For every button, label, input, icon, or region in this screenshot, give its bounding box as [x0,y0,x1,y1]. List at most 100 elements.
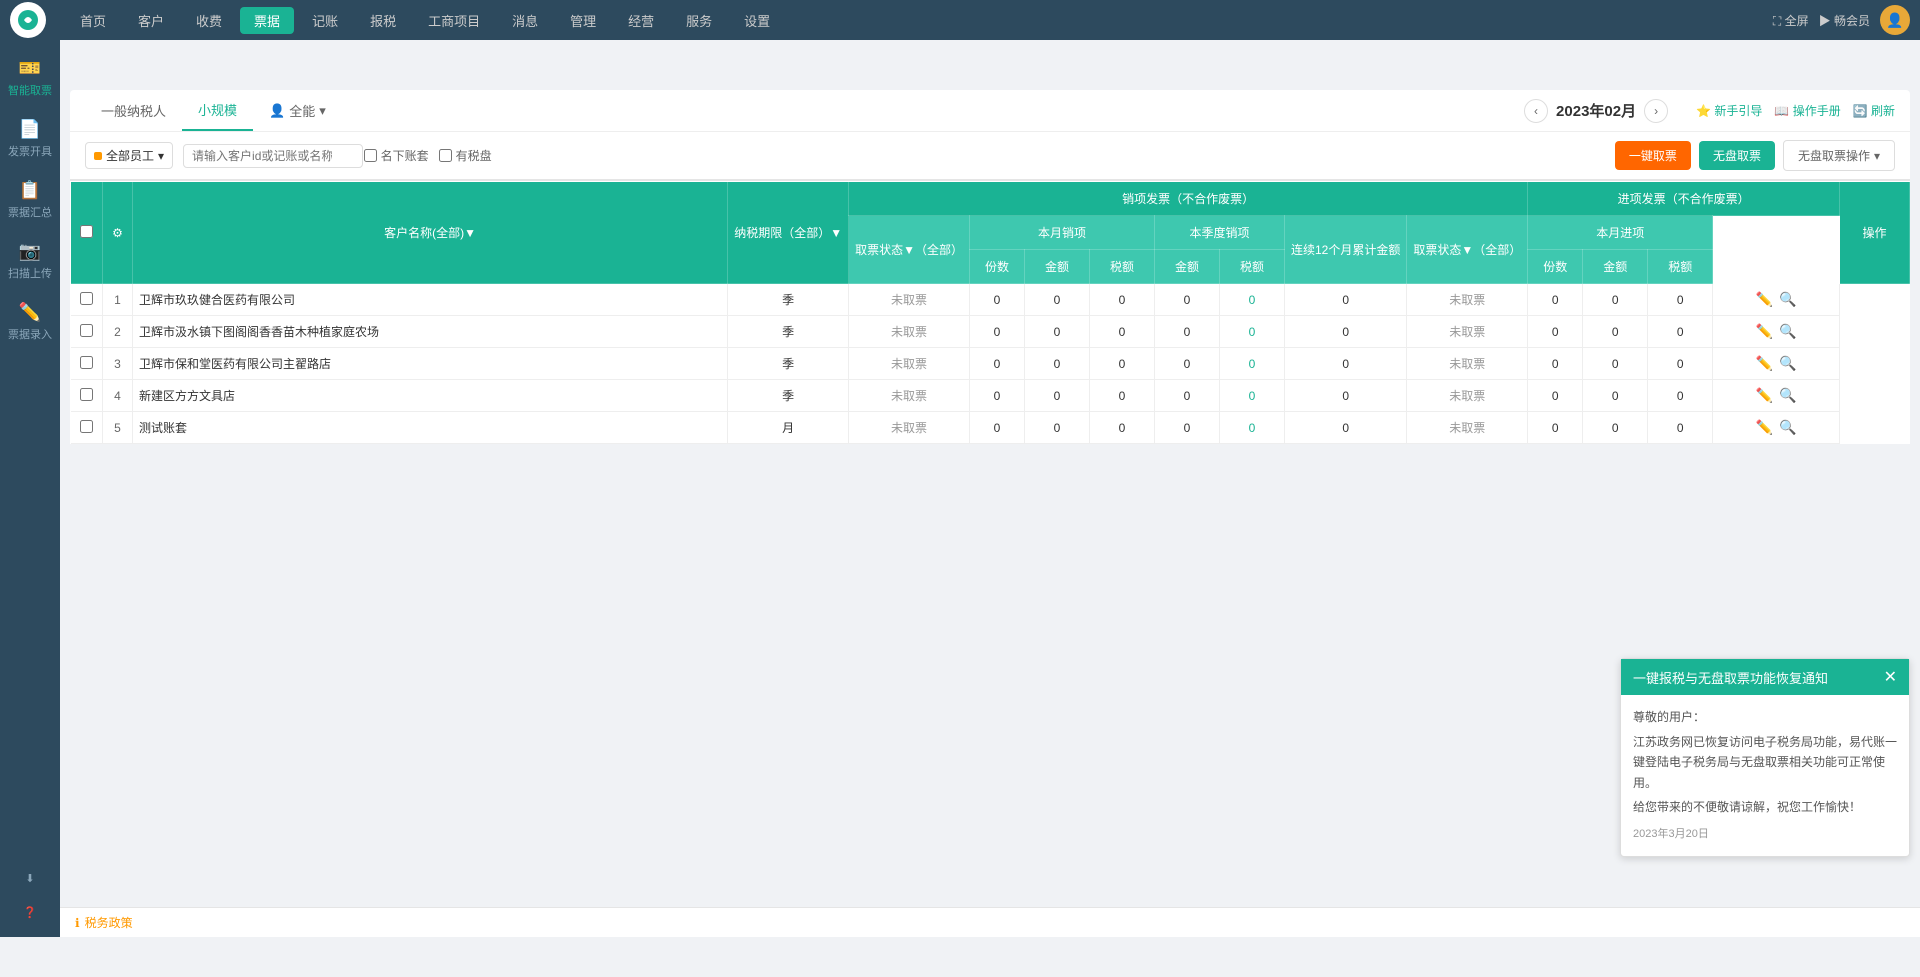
employee-select[interactable]: 全部员工 ▾ [85,142,173,169]
sidebar-item-summary[interactable]: 📋 票据汇总 [3,172,57,228]
status-text[interactable]: 税务政策 [85,914,133,931]
row-sales-status-0: 未取票 [849,284,970,316]
manual-link[interactable]: 📖 操作手册 [1774,102,1840,119]
nav-invoice[interactable]: 票据 [240,7,294,34]
row-cumulative-2: 0 [1285,348,1407,380]
notice-title: 一键报税与无盘取票功能恢复通知 [1633,668,1828,687]
tab-general[interactable]: 一般纳税人 [85,91,182,130]
edit-icon-4[interactable]: ✏️ [1756,419,1773,436]
download-icon: ⬇ [25,872,34,885]
row-sm-count-4: 0 [970,412,1025,444]
sidebar-item-entry[interactable]: ✏️ 票据录入 [3,294,57,350]
th-sales-quarter: 本季度销项 [1155,216,1285,250]
row-sq-amount-1: 0 [1155,316,1220,348]
status-icon: ℹ [75,916,80,930]
select-all-checkbox[interactable] [80,225,93,238]
row-cumulative-0: 0 [1285,284,1407,316]
th-purchase-status: 取票状态▼（全部） [1407,216,1528,284]
notice-close-btn[interactable]: ✕ [1884,667,1897,687]
nav-accounting[interactable]: 记账 [298,7,352,34]
prev-period-btn[interactable]: ‹ [1524,99,1548,123]
row-tax-period-1: 季 [728,316,849,348]
one-key-ticket-btn[interactable]: 一键取票 [1615,141,1691,170]
row-pm-count-4: 0 [1528,412,1583,444]
toolbar: 全部员工 ▾ 🔍 名下账套 有税盘 一键取票 无盘取票 无盘取票操作 ▾ [70,132,1910,180]
period-display: 2023年02月 [1556,100,1636,121]
nav-service[interactable]: 服务 [672,7,726,34]
no-disk-ticket-btn[interactable]: 无盘取票 [1699,141,1775,170]
refresh-link[interactable]: 🔄 刷新 [1853,102,1895,119]
edit-icon-2[interactable]: ✏️ [1756,355,1773,372]
row-actions-3: ✏️ 🔍 [1713,380,1840,412]
row-purchase-status-1: 未取票 [1407,316,1528,348]
row-sq-tax-3: 0 [1220,380,1285,412]
dropdown-icon: ▾ [319,103,326,119]
row-checkbox-1[interactable] [80,324,93,337]
checkbox-has-disk[interactable]: 有税盘 [439,147,492,164]
th-pm-amount: 金额 [1583,250,1648,284]
edit-icon-0[interactable]: ✏️ [1756,291,1773,308]
edit-icon-3[interactable]: ✏️ [1756,387,1773,404]
row-pm-amount-0: 0 [1583,284,1648,316]
nav-settings[interactable]: 设置 [730,7,784,34]
row-pm-tax-2: 0 [1648,348,1713,380]
nav-home[interactable]: 首页 [66,7,120,34]
view-icon-2[interactable]: 🔍 [1779,355,1796,372]
tab-small-scale[interactable]: 小规模 [182,90,253,131]
tab-all[interactable]: 👤 全能 ▾ [253,91,342,130]
row-no-2: 3 [103,348,133,380]
row-client-2: 卫辉市保和堂医药有限公司主翟路店 [133,348,728,380]
row-tax-period-2: 季 [728,348,849,380]
view-icon-3[interactable]: 🔍 [1779,387,1796,404]
row-actions-1: ✏️ 🔍 [1713,316,1840,348]
member-btn[interactable]: ▶ 畅会员 [1819,12,1870,29]
row-checkbox-4[interactable] [80,420,93,433]
row-client-0: 卫辉市玖玖健合医药有限公司 [133,284,728,316]
search-group: 🔍 [183,144,354,168]
row-sales-status-4: 未取票 [849,412,970,444]
nav-tax[interactable]: 报税 [356,7,410,34]
row-no-4: 5 [103,412,133,444]
has-disk-checkbox[interactable] [439,149,452,162]
fullscreen-btn[interactable]: ⛶ 全屏 [1773,12,1809,29]
sidebar-item-help[interactable]: ❓ [3,898,57,927]
nav-operation[interactable]: 经营 [614,7,668,34]
top-nav: 首页 客户 收费 票据 记账 报税 工商项目 消息 管理 经营 服务 设置 ⛶ … [0,0,1920,40]
row-pm-count-3: 0 [1528,380,1583,412]
row-pm-amount-4: 0 [1583,412,1648,444]
employee-label: 全部员工 [106,147,154,164]
row-sm-count-2: 0 [970,348,1025,380]
row-client-1: 卫辉市汲水镇下图阁阁香香苗木种植家庭农场 [133,316,728,348]
next-period-btn[interactable]: › [1644,99,1668,123]
toolbar-right: 一键取票 无盘取票 无盘取票操作 ▾ [1615,140,1895,171]
sidebar-item-download[interactable]: ⬇ [3,864,57,893]
table-row: 1 卫辉市玖玖健合医药有限公司 季 未取票 0 0 0 0 0 0 未取票 0 … [71,284,1910,316]
row-checkbox-0[interactable] [80,292,93,305]
row-pm-amount-3: 0 [1583,380,1648,412]
th-sales-group: 销项发票（不合作废票） [849,182,1528,216]
nav-client[interactable]: 客户 [124,7,178,34]
edit-icon-1[interactable]: ✏️ [1756,323,1773,340]
nav-fee[interactable]: 收费 [182,7,236,34]
row-checkbox-2[interactable] [80,356,93,369]
sidebar-item-smart-ticket[interactable]: 🎫 智能取票 [3,50,57,106]
view-icon-1[interactable]: 🔍 [1779,323,1796,340]
row-sm-tax-0: 0 [1090,284,1155,316]
checkbox-own-account[interactable]: 名下账套 [364,147,429,164]
row-purchase-status-4: 未取票 [1407,412,1528,444]
th-sales-cumulative: 连续12个月累计金额 [1285,216,1407,284]
sidebar-item-scan[interactable]: 📷 扫描上传 [3,233,57,289]
view-icon-4[interactable]: 🔍 [1779,419,1796,436]
search-input[interactable] [183,144,363,168]
user-avatar[interactable]: 👤 [1880,5,1910,35]
own-account-checkbox[interactable] [364,149,377,162]
nav-business[interactable]: 工商项目 [414,7,494,34]
row-checkbox-3[interactable] [80,388,93,401]
no-disk-ops-btn[interactable]: 无盘取票操作 ▾ [1783,140,1895,171]
nav-manage[interactable]: 管理 [556,7,610,34]
view-icon-0[interactable]: 🔍 [1779,291,1796,308]
sidebar-item-issue-invoice[interactable]: 📄 发票开具 [3,111,57,167]
summary-icon: 📋 [19,180,41,201]
nav-message[interactable]: 消息 [498,7,552,34]
new-guide-link[interactable]: ⭐ 新手引导 [1696,102,1762,119]
